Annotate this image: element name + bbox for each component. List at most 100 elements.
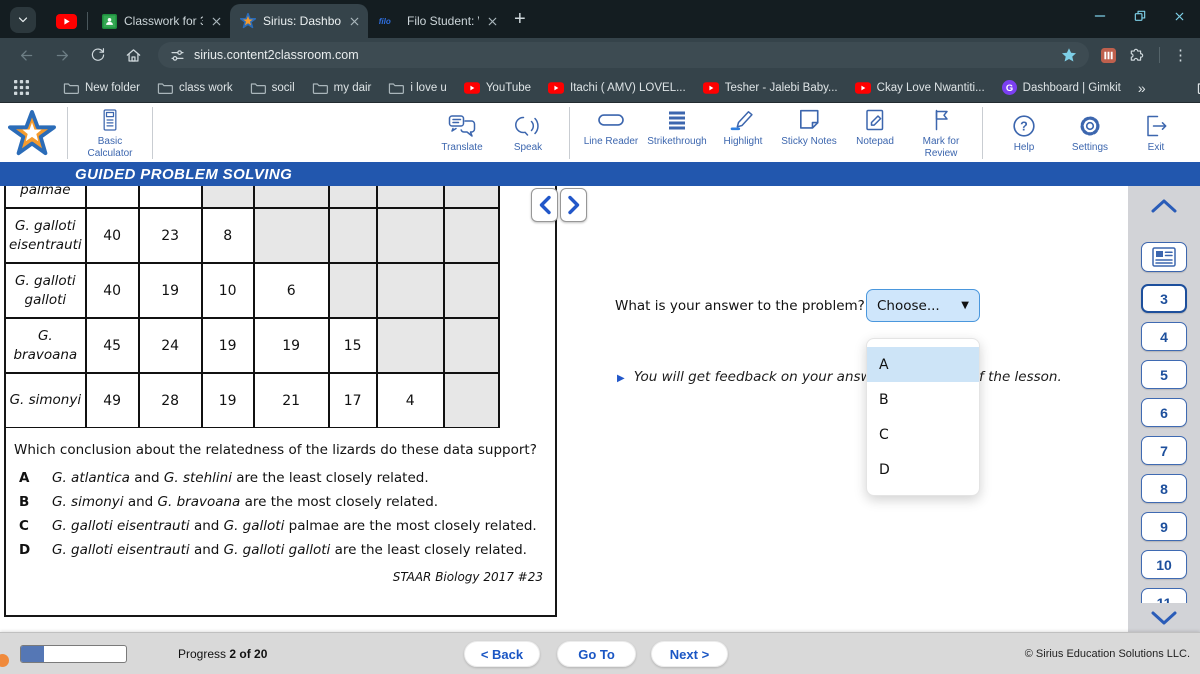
tool-translate[interactable]: Translate: [430, 111, 494, 154]
youtube-icon: [854, 81, 871, 94]
table-row: G. galloti palmae: [6, 186, 500, 209]
home-icon[interactable]: [125, 47, 142, 64]
table-row: G. galloti galloti 40 19 10 6: [6, 262, 500, 319]
bookmark-item[interactable]: my dair: [312, 80, 371, 95]
bookmark-item[interactable]: G Dashboard | Gimkit: [1001, 80, 1121, 95]
folder-icon: [157, 81, 173, 95]
bookmarks-overflow-button[interactable]: »: [1138, 80, 1146, 96]
reload-icon[interactable]: [90, 47, 106, 63]
bookmark-item[interactable]: New folder: [63, 80, 140, 95]
answer-dropdown[interactable]: Choose... ▼: [866, 289, 980, 322]
goto-button[interactable]: Go To: [557, 641, 636, 667]
tool-sticky-notes[interactable]: Sticky Notes: [777, 105, 841, 148]
next-page-button[interactable]: [560, 188, 587, 222]
dropdown-option[interactable]: C: [867, 417, 979, 452]
bookmark-item[interactable]: class work: [157, 80, 233, 95]
browser-tab[interactable]: Sirius: Dashboard: [230, 4, 368, 38]
dropdown-option[interactable]: D: [867, 452, 979, 487]
close-button[interactable]: [1173, 9, 1186, 23]
browser-tab[interactable]: filo Filo Student: World's Only Live: [368, 4, 506, 38]
question-number-button[interactable]: 6: [1141, 398, 1187, 427]
extensions-puzzle-icon[interactable]: [1129, 47, 1146, 64]
url-text[interactable]: sirius.content2classroom.com: [194, 48, 1052, 62]
tool-settings[interactable]: Settings: [1058, 111, 1122, 154]
question-number-button[interactable]: 10: [1141, 550, 1187, 579]
tool-notepad[interactable]: Notepad: [843, 105, 907, 148]
table-cell: 8: [200, 207, 255, 264]
omnibox[interactable]: sirius.content2classroom.com: [158, 42, 1089, 68]
tool-label: Notepad: [856, 136, 894, 147]
nav-scroll-up-icon[interactable]: [1150, 198, 1178, 214]
bookmark-item[interactable]: Itachi ( AMV) LOVEL...: [548, 80, 686, 95]
new-tab-button[interactable]: +: [514, 9, 526, 29]
forward-icon[interactable]: [54, 47, 71, 64]
bookmark-item[interactable]: Tesher - Jalebi Baby...: [702, 80, 838, 95]
bookmark-item[interactable]: i love u: [388, 80, 447, 95]
youtube-icon: [702, 81, 719, 94]
answer-prompt: What is your answer to the problem?: [615, 298, 865, 314]
distance-table: G. galloti palmaeG. galloti eisentrauti4…: [6, 186, 500, 428]
table-cell: [137, 186, 203, 209]
tool-highlight[interactable]: Highlight: [711, 105, 775, 148]
footer-bar: Progress 2 of 20 < Back Go To Next > © S…: [0, 632, 1200, 674]
bookmark-item[interactable]: socil: [250, 80, 295, 95]
browser-menu-icon[interactable]: ⋮: [1173, 48, 1188, 63]
passage-button[interactable]: [1141, 242, 1187, 272]
question-number-button[interactable]: 8: [1141, 474, 1187, 503]
tool-speak[interactable]: Speak: [496, 111, 560, 154]
table-cell: 10: [200, 262, 255, 319]
tool-exit[interactable]: Exit: [1124, 111, 1188, 154]
tool-line-reader[interactable]: Line Reader: [579, 105, 643, 148]
minimize-button[interactable]: [1093, 9, 1107, 23]
tab-strip: Classwork for 3rd Bio Cruz 12 Sirius: Das…: [92, 4, 506, 38]
pinned-tab-youtube[interactable]: [46, 4, 87, 38]
tab-search-button[interactable]: [10, 7, 36, 33]
bookmark-item[interactable]: YouTube: [463, 80, 531, 95]
divider: [569, 106, 570, 159]
question-number-button[interactable]: 3: [1141, 284, 1187, 313]
restore-button[interactable]: [1133, 9, 1147, 23]
toolbar-groups: Translate Speak Line Reader Strikethrough Hi…: [430, 105, 1188, 160]
svg-text:filo: filo: [379, 17, 391, 26]
folder-icon: [388, 81, 405, 95]
browser-tab[interactable]: Classwork for 3rd Bio Cruz 12: [92, 4, 230, 38]
tool-help[interactable]: ? Help: [992, 111, 1056, 154]
question-number-button[interactable]: 4: [1141, 322, 1187, 351]
tab-close-icon[interactable]: [348, 15, 361, 28]
tool-label: Exit: [1147, 142, 1165, 153]
progress-bar: [20, 645, 127, 663]
question-number-button[interactable]: 5: [1141, 360, 1187, 389]
tool-strikethrough[interactable]: Strikethrough: [645, 105, 709, 148]
back-button[interactable]: < Back: [464, 641, 540, 667]
svg-text:?: ?: [1020, 120, 1028, 134]
bookmark-label: New folder: [85, 81, 140, 94]
back-icon[interactable]: [18, 47, 35, 64]
question-number-button[interactable]: 9: [1141, 512, 1187, 541]
dropdown-value: Choose...: [877, 297, 940, 314]
apps-grid-icon[interactable]: [14, 80, 29, 95]
prev-page-button[interactable]: [531, 188, 558, 222]
table-cell: 23: [137, 207, 203, 264]
highlight-icon: [729, 107, 757, 133]
next-button[interactable]: Next >: [651, 641, 728, 667]
tab-close-icon[interactable]: [486, 15, 499, 28]
bookmark-item[interactable]: Ckay Love Nwantiti...: [854, 80, 985, 95]
pinned-extension-icon[interactable]: [1101, 47, 1116, 63]
bookmark-label: socil: [271, 81, 295, 94]
tab-separator: [87, 12, 88, 30]
site-settings-icon[interactable]: [170, 48, 185, 63]
calculator-icon: [100, 107, 120, 133]
question-number-button[interactable]: 7: [1141, 436, 1187, 465]
dropdown-option[interactable]: A: [867, 347, 979, 382]
tool-mark-for-review[interactable]: Mark for Review: [909, 105, 973, 160]
exit-icon: [1144, 113, 1168, 139]
tool-calculator[interactable]: Basic Calculator: [77, 105, 143, 160]
tool-label: Line Reader: [583, 136, 639, 147]
table-cell: [84, 186, 140, 209]
tab-close-icon[interactable]: [210, 15, 223, 28]
dropdown-option[interactable]: B: [867, 382, 979, 417]
table-cell: [442, 207, 500, 264]
table-cell: 6: [252, 262, 330, 319]
bookmark-star-icon[interactable]: [1061, 47, 1077, 63]
nav-scroll-down[interactable]: [1128, 603, 1200, 633]
